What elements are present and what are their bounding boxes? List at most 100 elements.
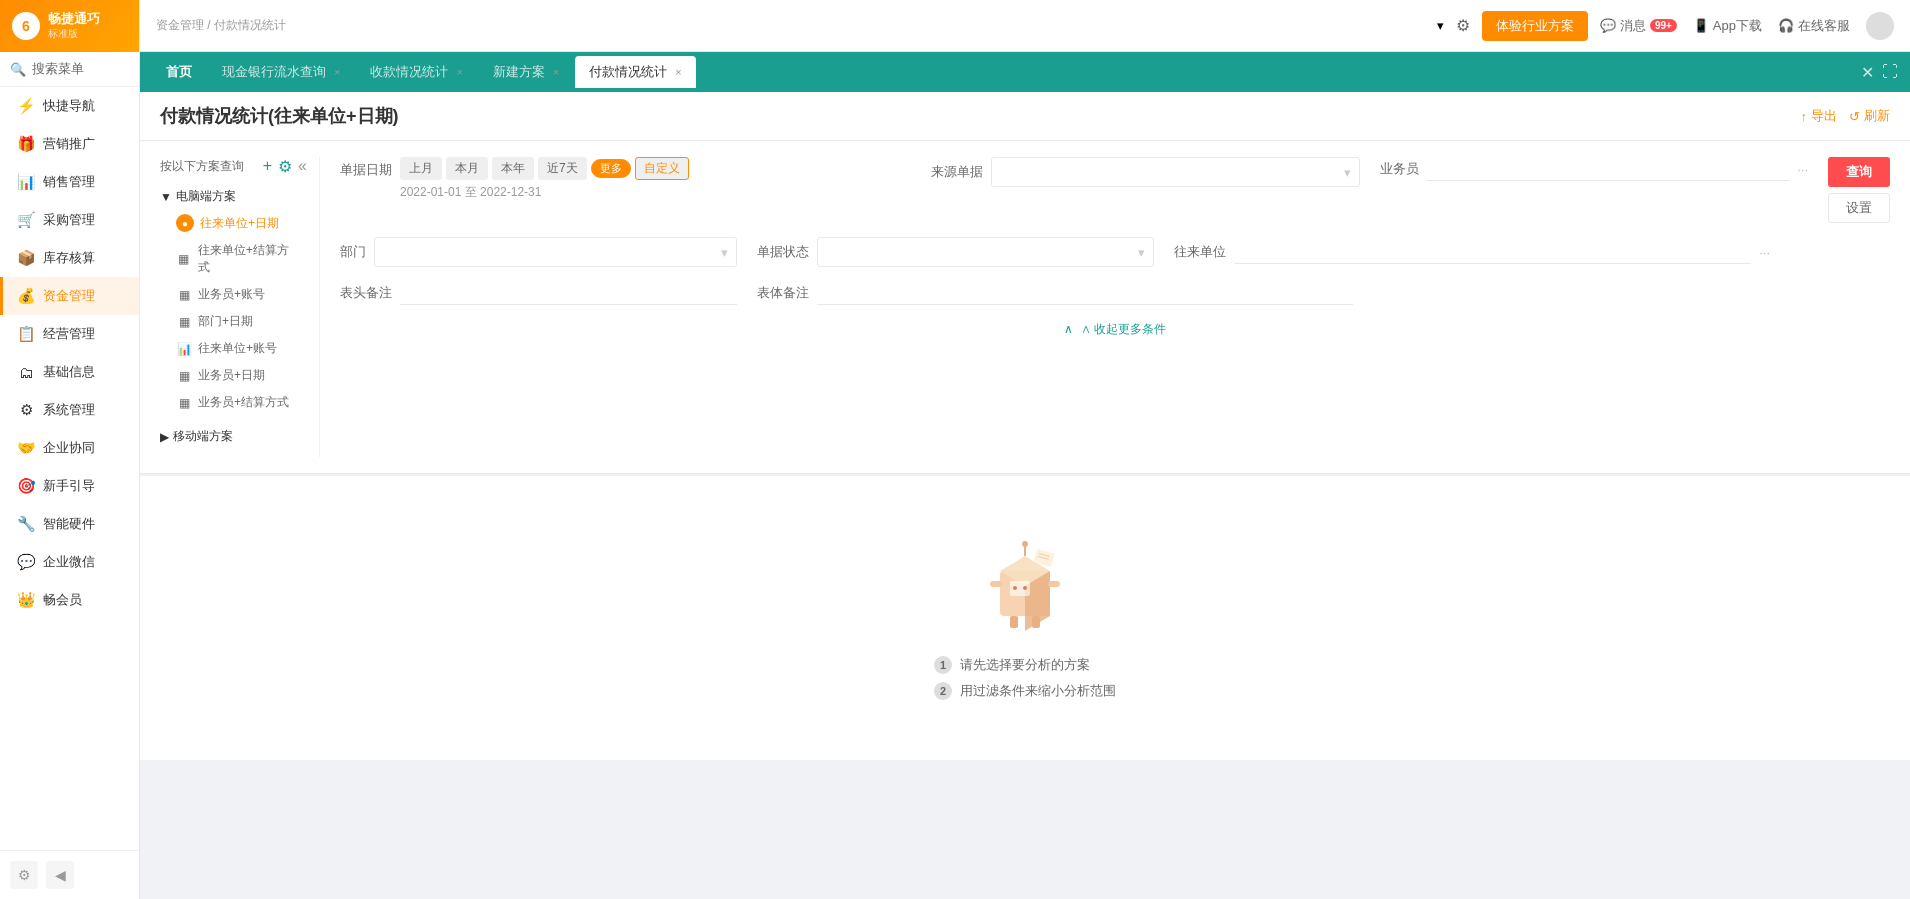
export-btn[interactable]: ↑ 导出 xyxy=(1801,107,1838,125)
collapse-more-btn[interactable]: ∧ ∧ 收起更多条件 xyxy=(340,313,1890,346)
app-download-btn[interactable]: 📱 App下载 xyxy=(1693,17,1762,35)
sidebar-item-operation[interactable]: 📋 经营管理 xyxy=(0,315,139,353)
sidebar-item-system[interactable]: ⚙ 系统管理 xyxy=(0,391,139,429)
scheme-collapse-btn[interactable]: « xyxy=(298,157,307,176)
header-settings-btn[interactable]: ⚙ xyxy=(1456,16,1470,35)
sidebar-settings-btn[interactable]: ⚙ xyxy=(10,861,38,889)
scheme-item-staff-date[interactable]: ▦ 业务员+日期 xyxy=(160,362,307,389)
sidebar-item-vip[interactable]: 👑 畅会员 xyxy=(0,581,139,619)
tab-new-scheme-close[interactable]: × xyxy=(553,66,559,78)
scheme-item-unit-account[interactable]: 📊 往来单位+账号 xyxy=(160,335,307,362)
tab-payment-stats[interactable]: 付款情况统计 × xyxy=(575,56,695,88)
body-note-input[interactable] xyxy=(817,281,1353,305)
sidebar-bottom: ⚙ ◀ xyxy=(0,850,139,899)
add-scheme-btn[interactable]: + xyxy=(263,157,272,176)
staff-more-btn[interactable]: ··· xyxy=(1797,162,1808,177)
desktop-scheme-title[interactable]: ▼ 电脑端方案 xyxy=(160,184,307,209)
date-btn-custom[interactable]: 自定义 xyxy=(635,157,689,180)
dept-select[interactable]: ▾ xyxy=(374,237,737,267)
staff-label: 业务员 xyxy=(1380,160,1419,178)
tab-bank-flow-label: 现金银行流水查询 xyxy=(222,63,326,81)
counterpart-more-btn[interactable]: ··· xyxy=(1759,245,1770,260)
page-content: 付款情况统计(往来单位+日期) ↑ 导出 ↺ 刷新 按以下方案查询 + xyxy=(140,92,1910,899)
chevron-down-icon: ▾ xyxy=(1138,245,1145,260)
filter-row-2: 部门 ▾ 单据状态 ▾ xyxy=(340,237,1890,267)
scheme-item-staff-settle[interactable]: ▦ 业务员+结算方式 xyxy=(160,389,307,416)
header-note-input[interactable] xyxy=(400,281,737,305)
breadcrumb-text: 资金管理 / 付款情况统计 xyxy=(156,17,286,34)
sidebar-item-guide[interactable]: 🎯 新手引导 xyxy=(0,467,139,505)
tab-maximize-btn[interactable]: ⛶ xyxy=(1882,63,1898,82)
sidebar-item-inventory[interactable]: 📦 库存核算 xyxy=(0,239,139,277)
header-chevron[interactable]: ▾ xyxy=(1437,18,1444,33)
staff-input-area[interactable] xyxy=(1427,157,1790,181)
scheme-item-unit-date[interactable]: ● 往来单位+日期 xyxy=(160,209,307,237)
desktop-scheme-label: 电脑端方案 xyxy=(176,188,236,205)
refresh-label: 刷新 xyxy=(1864,107,1890,125)
filter-dept: 部门 ▾ xyxy=(340,237,737,267)
scheme-grid-icon: ▦ xyxy=(176,368,192,384)
tab-new-scheme[interactable]: 新建方案 × xyxy=(479,56,573,88)
tab-receipt-stats-close[interactable]: × xyxy=(456,66,462,78)
notifications-btn[interactable]: 💬 消息 99+ xyxy=(1600,17,1677,35)
sidebar-item-label: 库存核算 xyxy=(43,249,95,267)
tab-close-all-btn[interactable]: ✕ xyxy=(1861,63,1874,82)
date-btn-this-year[interactable]: 本年 xyxy=(492,157,534,180)
sidebar-item-sales[interactable]: 📊 销售管理 xyxy=(0,163,139,201)
notifications-label: 消息 xyxy=(1620,17,1646,35)
filter-settings-btn[interactable]: 设置 xyxy=(1828,193,1890,223)
scheme-item-staff-account[interactable]: ▦ 业务员+账号 xyxy=(160,281,307,308)
sidebar-item-finance[interactable]: 💰 资金管理 xyxy=(0,277,139,315)
action-buttons: 查询 设置 xyxy=(1828,157,1890,223)
counterpart-input-area[interactable] xyxy=(1234,240,1751,264)
tab-bank-flow[interactable]: 现金银行流水查询 × xyxy=(208,56,354,88)
filter-area: 按以下方案查询 + ⚙ « ▼ 电脑端方案 ● 往来单位+日期 xyxy=(140,141,1910,474)
tab-payment-stats-close[interactable]: × xyxy=(675,66,681,78)
purchase-icon: 🛒 xyxy=(17,211,35,229)
date-btn-this-month[interactable]: 本月 xyxy=(446,157,488,180)
sidebar-item-purchase[interactable]: 🛒 采购管理 xyxy=(0,201,139,239)
date-range-display: 2022-01-01 至 2022-12-31 xyxy=(400,184,689,201)
chevron-down-icon: ▾ xyxy=(721,245,728,260)
filter-row-1: 单据日期 上月 本月 本年 近7天 更多 自定义 2022-01-01 至 20… xyxy=(340,157,1890,223)
sidebar-item-quick-nav[interactable]: ⚡ 快捷导航 xyxy=(0,87,139,125)
tab-home[interactable]: 首页 xyxy=(152,56,206,88)
date-btn-7days[interactable]: 近7天 xyxy=(538,157,587,180)
page-actions: ↑ 导出 ↺ 刷新 xyxy=(1801,107,1891,125)
query-btn[interactable]: 查询 xyxy=(1828,157,1890,187)
system-icon: ⚙ xyxy=(17,401,35,419)
scheme-chart-icon: 📊 xyxy=(176,341,192,357)
logo-sub: 标准版 xyxy=(48,27,100,41)
sidebar-item-marketing[interactable]: 🎁 营销推广 xyxy=(0,125,139,163)
search-menu[interactable]: 🔍 搜索菜单 xyxy=(0,52,139,87)
date-btn-more[interactable]: 更多 xyxy=(591,159,631,178)
source-doc-select[interactable]: ▾ xyxy=(991,157,1359,187)
trial-btn[interactable]: 体验行业方案 xyxy=(1482,11,1588,41)
user-avatar[interactable] xyxy=(1866,12,1894,40)
tip-num-1: 1 xyxy=(934,656,952,674)
sidebar-item-label: 销售管理 xyxy=(43,173,95,191)
sidebar-item-label: 畅会员 xyxy=(43,591,82,609)
tab-bank-flow-close[interactable]: × xyxy=(334,66,340,78)
tab-receipt-stats[interactable]: 收款情况统计 × xyxy=(356,56,476,88)
hardware-icon: 🔧 xyxy=(17,515,35,533)
mobile-scheme-title[interactable]: ▶ 移动端方案 xyxy=(160,424,307,449)
top-header: 资金管理 / 付款情况统计 ▾ ⚙ 体验行业方案 💬 消息 99+ 📱 App下… xyxy=(140,0,1910,52)
sidebar-item-label: 营销推广 xyxy=(43,135,95,153)
sidebar-collapse-btn[interactable]: ◀ xyxy=(46,861,74,889)
operation-icon: 📋 xyxy=(17,325,35,343)
refresh-btn[interactable]: ↺ 刷新 xyxy=(1849,107,1890,125)
tip-text-1: 请先选择要分析的方案 xyxy=(960,656,1090,674)
date-btn-last-month[interactable]: 上月 xyxy=(400,157,442,180)
sidebar-item-enterprise[interactable]: 🤝 企业协同 xyxy=(0,429,139,467)
doc-status-select[interactable]: ▾ xyxy=(817,237,1154,267)
sidebar-item-hardware[interactable]: 🔧 智能硬件 xyxy=(0,505,139,543)
online-service-btn[interactable]: 🎧 在线客服 xyxy=(1778,17,1850,35)
sidebar-item-wechat[interactable]: 💬 企业微信 xyxy=(0,543,139,581)
scheme-item-dept-date[interactable]: ▦ 部门+日期 xyxy=(160,308,307,335)
scheme-item-unit-settle[interactable]: ▦ 往来单位+结算方式 xyxy=(160,237,307,281)
sidebar-item-basic[interactable]: 🗂 基础信息 xyxy=(0,353,139,391)
tab-payment-stats-label: 付款情况统计 xyxy=(589,63,667,81)
scheme-settings-btn[interactable]: ⚙ xyxy=(278,157,292,176)
app-download-label: App下载 xyxy=(1713,17,1762,35)
